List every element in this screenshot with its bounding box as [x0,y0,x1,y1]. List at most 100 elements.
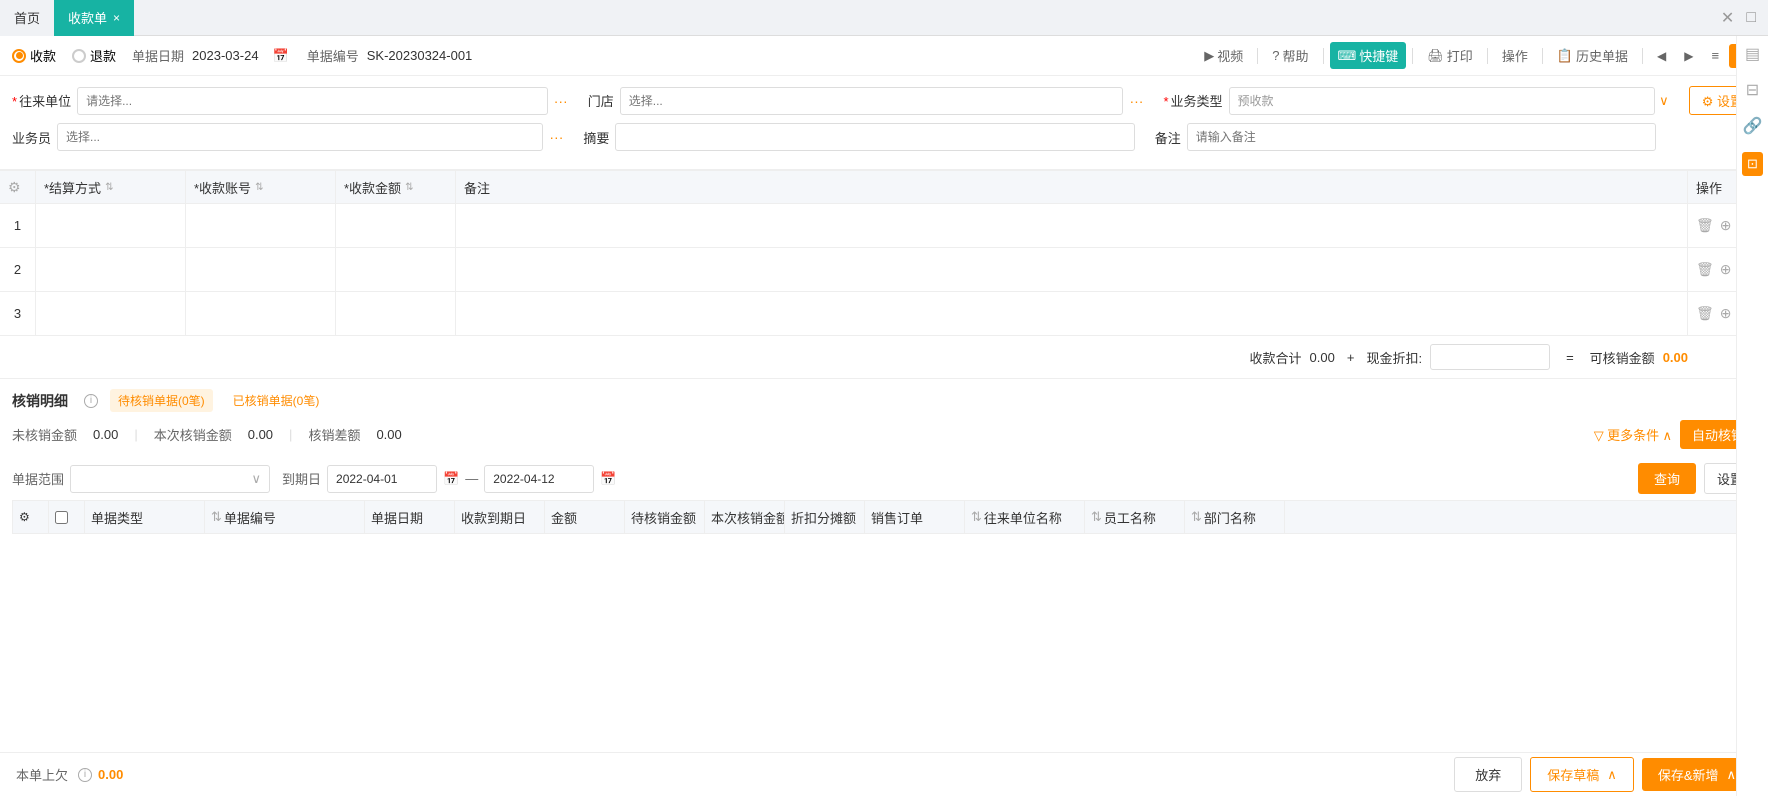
due-from-input[interactable] [327,465,437,493]
select-all-checkbox[interactable] [55,511,68,524]
row1-delete-icon[interactable]: 🗑 [1696,217,1714,234]
row3-settle[interactable] [36,292,186,335]
remark-input[interactable] [1187,123,1656,151]
shortcut-btn[interactable]: ⌨ 快捷键 [1330,42,1407,69]
abandon-label: 放弃 [1475,768,1501,783]
row1-remark[interactable] [456,204,1688,247]
help-btn[interactable]: ? 帮助 [1264,42,1316,69]
sidebar-link-icon[interactable]: 🔗 [1743,116,1763,136]
separator3 [1412,48,1413,64]
operate-btn[interactable]: 操作 [1494,42,1536,69]
row1-account[interactable] [186,204,336,247]
verify-info-icon[interactable]: i [84,394,98,408]
tab-receipt[interactable]: 收款单 × [54,0,134,36]
unchecked-label: 未核销金额 [12,425,77,444]
calendar-from-icon[interactable]: 📅 [443,471,459,487]
sidebar-list-icon[interactable]: ⊟ [1746,80,1759,100]
th-account-label: *收款账号 [194,178,251,197]
gear-icon: ⚙ [1702,94,1714,109]
discount-label: 现金折扣: [1366,348,1422,367]
row3-remark[interactable] [456,292,1688,335]
row1-amount[interactable] [336,204,456,247]
layout-btn[interactable]: ≡ [1704,44,1728,67]
shortcut-label: 快捷键 [1359,46,1398,65]
prev-btn[interactable]: ◀ [1649,45,1674,67]
row1-copy-icon[interactable]: ⊕ [1720,217,1732,234]
biz-type-label: 业务类型 [1163,91,1222,110]
row3-copy-icon[interactable]: ⊕ [1720,305,1732,322]
due-to-input[interactable] [484,465,594,493]
calendar-to-icon[interactable]: 📅 [600,471,616,487]
tab-close-icon[interactable]: × [113,11,120,25]
tab-home[interactable]: 首页 [0,0,54,36]
equal-sign: = [1566,350,1574,365]
save-draft-btn[interactable]: 保存草稿 ∧ [1530,757,1634,792]
row2-amount[interactable] [336,248,456,291]
due-date-field: 到期日 📅 — 📅 [282,465,616,493]
video-btn[interactable]: ▶ 视频 [1196,42,1251,69]
bottom-footer: 本单上欠 i 0.00 放弃 保存草稿 ∧ 保存&新增 ∧ [0,752,1768,796]
total-value: 0.00 [1310,350,1335,365]
biz-type-field: 业务类型 ∨ [1163,87,1668,115]
summary-field: 摘要 [583,123,1134,151]
bth-bill-num: ⇅ 单据编号 [205,501,365,533]
save-new-dropdown-icon[interactable]: ∧ [1726,767,1736,783]
sort-dept-icon[interactable]: ⇅ [1191,509,1202,525]
range-select[interactable]: ∨ [70,465,270,493]
staff-input[interactable] [57,123,543,151]
partner-input[interactable] [77,87,548,115]
sort-amount-icon[interactable]: ⇅ [405,182,413,193]
remark-label: 备注 [1155,128,1181,147]
query-btn[interactable]: 查询 [1638,463,1696,494]
sort-bill-num-icon[interactable]: ⇅ [211,509,222,525]
more-conditions-btn[interactable]: ▽ 更多条件 ∧ [1594,425,1672,444]
sort-account-icon[interactable]: ⇅ [255,182,263,193]
row2-copy-icon[interactable]: ⊕ [1720,261,1732,278]
summary-row: 收款合计 0.00 + 现金折扣: = 可核销金额 0.00 [0,336,1768,379]
row3-delete-icon[interactable]: 🗑 [1696,305,1714,322]
refund-radio[interactable]: 退款 [72,46,116,65]
gear-icon: ⚙ [8,179,21,196]
summary-input[interactable] [615,123,1134,151]
footer-left: 本单上欠 i 0.00 [16,765,123,784]
row2-settle[interactable] [36,248,186,291]
print-btn[interactable]: 🖨 打印 [1419,42,1481,69]
verify-tab-done[interactable]: 已核销单据(0笔) [225,389,328,412]
staff-more-icon[interactable]: ··· [549,129,563,145]
row2-delete-icon[interactable]: 🗑 [1696,261,1714,278]
receipt-radio[interactable]: 收款 [12,46,56,65]
shop-more-icon[interactable]: ··· [1129,93,1143,109]
shop-input[interactable] [620,87,1124,115]
window-close-icon[interactable]: ✕ [1717,6,1738,30]
bth-check[interactable] [49,501,85,533]
abandon-btn[interactable]: 放弃 [1454,757,1522,792]
row3-account[interactable] [186,292,336,335]
current-verify-value: 0.00 [248,427,273,442]
discount-input[interactable] [1430,344,1550,370]
sidebar-table-icon[interactable]: ▤ [1745,44,1760,64]
sort-staff-icon[interactable]: ⇅ [1091,509,1102,525]
history-btn[interactable]: 📋 历史单据 [1549,42,1636,69]
biz-type-dropdown-icon[interactable]: ∨ [1659,93,1669,109]
biz-type-input[interactable] [1229,87,1656,115]
verify-tab-pending[interactable]: 待核销单据(0笔) [110,389,213,412]
row2-remark[interactable] [456,248,1688,291]
row2-account[interactable] [186,248,336,291]
sort-settle-icon[interactable]: ⇅ [105,182,113,193]
next-btn[interactable]: ▶ [1676,45,1701,67]
diff-value: 0.00 [376,427,401,442]
row1-settle[interactable] [36,204,186,247]
receipt-radio-dot [16,52,23,59]
th-gear[interactable]: ⚙ [0,171,36,203]
calendar-icon[interactable]: 📅 [271,48,291,64]
footer-info-icon[interactable]: i [78,768,92,782]
sidebar-expand-icon[interactable]: ⊡ [1742,152,1763,176]
partner-more-icon[interactable]: ··· [554,93,568,109]
sort-partner-icon[interactable]: ⇅ [971,509,982,525]
row3-amount[interactable] [336,292,456,335]
bth-gear[interactable]: ⚙ [13,501,49,533]
window-maximize-icon[interactable]: □ [1742,7,1760,29]
number-value: SK-20230324-001 [367,48,473,63]
shop-field: 门店 ··· [588,87,1144,115]
save-draft-dropdown-icon[interactable]: ∧ [1607,767,1617,783]
